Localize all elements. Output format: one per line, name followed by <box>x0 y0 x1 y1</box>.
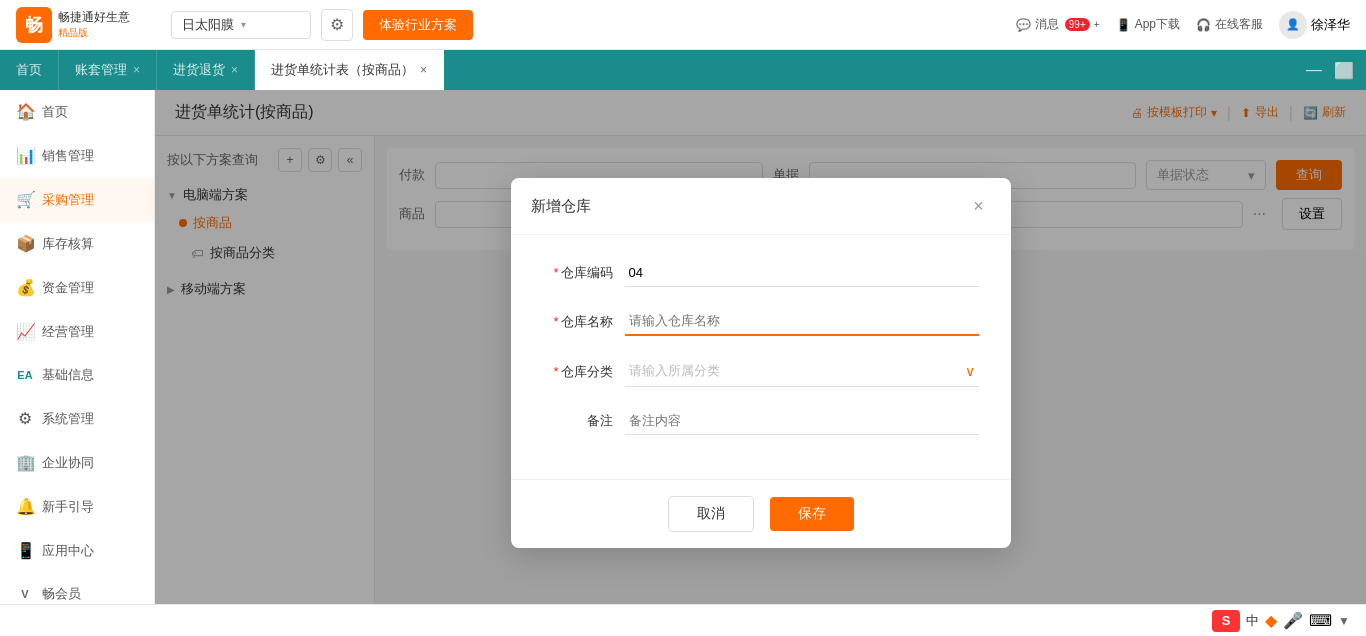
sidebar-item-guide[interactable]: 🔔 新手引导 <box>0 485 154 529</box>
sidebar-item-inventory[interactable]: 📦 库存核算 <box>0 222 154 266</box>
tab-purchase-return[interactable]: 进货退货 × <box>157 50 255 90</box>
dialog-header: 新增仓库 × <box>511 178 1011 235</box>
chinese-input-label: 中 <box>1246 612 1259 630</box>
form-row-category: *仓库分类 请输入所属分类 ∨ <box>543 356 979 387</box>
online-service-item[interactable]: 🎧 在线客服 <box>1196 16 1263 33</box>
apps-icon: 📱 <box>16 541 34 560</box>
tab-account[interactable]: 账套管理 × <box>59 50 157 90</box>
message-icon: 💬 <box>1016 18 1031 32</box>
s-logo: S <box>1212 610 1240 632</box>
category-arrow-icon: ∨ <box>965 363 975 379</box>
enterprise-icon: 🏢 <box>16 453 34 472</box>
category-placeholder: 请输入所属分类 <box>629 362 720 380</box>
experience-button[interactable]: 体验行业方案 <box>363 10 473 40</box>
form-row-name: *仓库名称 <box>543 307 979 336</box>
dialog-body: *仓库编码 *仓库名称 *仓库分类 <box>511 235 1011 479</box>
tab-purchase-stats[interactable]: 进货单统计表（按商品） × <box>255 50 444 90</box>
code-label: *仓库编码 <box>543 264 613 282</box>
tab-close-account[interactable]: × <box>133 63 140 77</box>
sidebar-item-enterprise[interactable]: 🏢 企业协同 <box>0 441 154 485</box>
tab-bar: 首页 账套管理 × 进货退货 × 进货单统计表（按商品） × — ⬜ <box>0 50 1366 90</box>
remark-label: 备注 <box>543 412 613 430</box>
header-right: 💬 消息 99+ + 📱 App下载 🎧 在线客服 👤 徐泽华 <box>1016 11 1350 39</box>
system-icon: ⚙ <box>16 409 34 428</box>
tab-home[interactable]: 首页 <box>0 50 59 90</box>
settings-icon[interactable]: ⚙ <box>321 9 353 41</box>
guide-icon: 🔔 <box>16 497 34 516</box>
purchase-icon: 🛒 <box>16 190 34 209</box>
dialog-close-button[interactable]: × <box>967 194 991 218</box>
form-row-remark: 备注 <box>543 407 979 435</box>
mobile-icon: 📱 <box>1116 18 1131 32</box>
form-row-code: *仓库编码 <box>543 259 979 287</box>
sidebar-item-apps[interactable]: 📱 应用中心 <box>0 529 154 573</box>
headset-icon: 🎧 <box>1196 18 1211 32</box>
logo-text: 畅捷通好生意 精品版 <box>58 9 130 40</box>
sales-icon: 📊 <box>16 146 34 165</box>
sidebar-item-sales[interactable]: 📊 销售管理 <box>0 134 154 178</box>
new-warehouse-dialog: 新增仓库 × *仓库编码 *仓库名称 <box>511 178 1011 548</box>
logo-area: 畅 畅捷通好生意 精品版 <box>16 7 171 43</box>
keyboard-icon[interactable]: ⌨ <box>1309 611 1332 630</box>
top-header: 畅 畅捷通好生意 精品版 日太阳膜 ▾ ⚙ 体验行业方案 💬 消息 99+ + … <box>0 0 1366 50</box>
tab-minimize-icon[interactable]: — <box>1302 57 1326 83</box>
status-bar: S 中 ◆ 🎤 ⌨ ▼ <box>0 604 1366 636</box>
plus-icon: + <box>1094 19 1100 30</box>
dialog-footer: 取消 保存 <box>511 479 1011 548</box>
sidebar: 🏠 首页 📊 销售管理 🛒 采购管理 📦 库存核算 💰 资金管理 📈 经营管理 … <box>0 90 155 636</box>
tab-close-purchase-return[interactable]: × <box>231 63 238 77</box>
cancel-button[interactable]: 取消 <box>668 496 754 532</box>
mic-icon[interactable]: 🎤 <box>1283 611 1303 630</box>
messages-item[interactable]: 💬 消息 99+ + <box>1016 16 1100 33</box>
sidebar-item-system[interactable]: ⚙ 系统管理 <box>0 397 154 441</box>
remark-input[interactable] <box>625 407 979 435</box>
category-label: *仓库分类 <box>543 363 613 381</box>
sidebar-item-operation[interactable]: 📈 经营管理 <box>0 310 154 354</box>
sidebar-item-home[interactable]: 🏠 首页 <box>0 90 154 134</box>
modal-overlay: 新增仓库 × *仓库编码 *仓库名称 <box>155 90 1366 636</box>
basic-info-icon: EA <box>16 369 34 381</box>
name-input[interactable] <box>625 307 979 336</box>
tab-actions: — ⬜ <box>1294 50 1366 90</box>
operation-icon: 📈 <box>16 322 34 341</box>
dialog-title: 新增仓库 <box>531 197 591 216</box>
vip-icon: V <box>16 588 34 600</box>
home-icon: 🏠 <box>16 102 34 121</box>
store-selector[interactable]: 日太阳膜 ▾ <box>171 11 311 39</box>
user-info[interactable]: 👤 徐泽华 <box>1279 11 1350 39</box>
content-area: 进货单统计(按商品) 🖨 按模板打印 ▾ | ⬆ 导出 | 🔄 刷新 <box>155 90 1366 636</box>
avatar: 👤 <box>1279 11 1307 39</box>
logo-icon: 畅 <box>16 7 52 43</box>
sidebar-item-purchase[interactable]: 🛒 采购管理 <box>0 178 154 222</box>
app-download-item[interactable]: 📱 App下载 <box>1116 16 1180 33</box>
menu-arrow-icon[interactable]: ▼ <box>1338 614 1350 628</box>
code-input[interactable] <box>625 259 979 287</box>
message-badge: 99+ <box>1065 18 1090 31</box>
sidebar-item-basic-info[interactable]: EA 基础信息 <box>0 354 154 397</box>
name-label: *仓库名称 <box>543 313 613 331</box>
category-select[interactable]: 请输入所属分类 ∨ <box>625 356 979 387</box>
save-button[interactable]: 保存 <box>770 497 854 531</box>
tab-maximize-icon[interactable]: ⬜ <box>1330 57 1358 84</box>
tab-close-purchase-stats[interactable]: × <box>420 63 427 77</box>
inventory-icon: 📦 <box>16 234 34 253</box>
dot-icon: ◆ <box>1265 611 1277 630</box>
sidebar-item-finance[interactable]: 💰 资金管理 <box>0 266 154 310</box>
main-layout: 🏠 首页 📊 销售管理 🛒 采购管理 📦 库存核算 💰 资金管理 📈 经营管理 … <box>0 90 1366 636</box>
store-arrow-icon: ▾ <box>241 19 300 30</box>
finance-icon: 💰 <box>16 278 34 297</box>
